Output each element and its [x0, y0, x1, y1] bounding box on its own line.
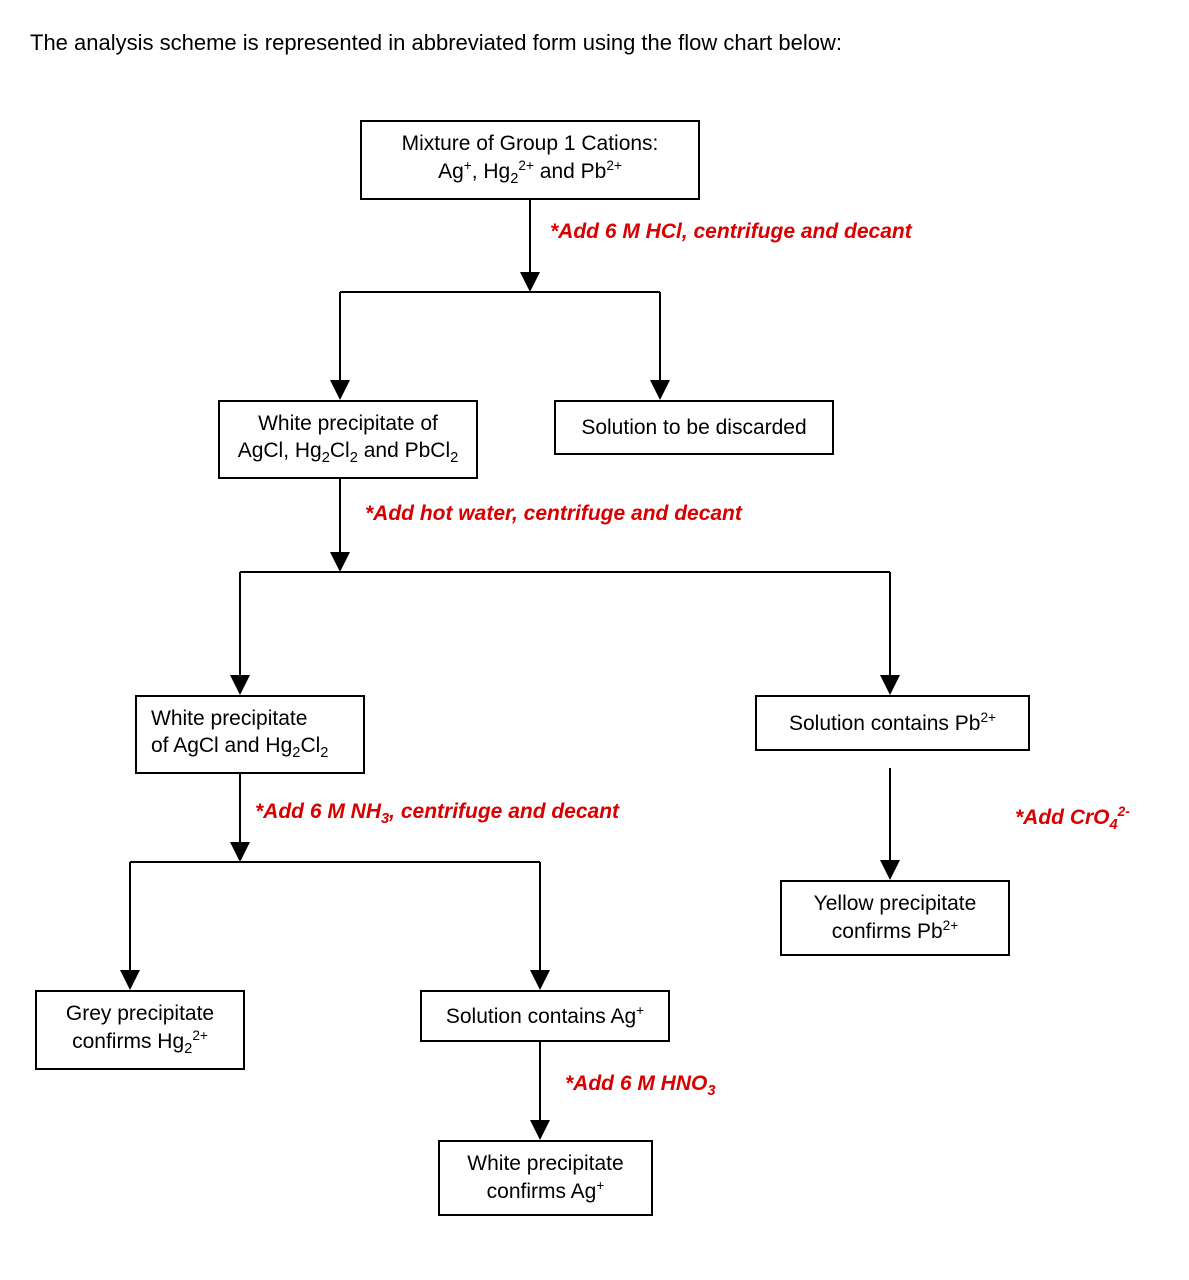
box-line: Solution to be discarded	[581, 416, 806, 439]
box-solution-discarded: Solution to be discarded	[554, 400, 834, 455]
box-solution-pb: Solution contains Pb2+	[755, 695, 1030, 751]
step-add-nh3: *Add 6 M NH3, centrifuge and decant	[255, 800, 619, 827]
box-line: Ag+, Hg22+ and Pb2+	[372, 157, 688, 189]
box-line: Grey precipitate	[47, 1000, 233, 1027]
flowchart-page: The analysis scheme is represented in ab…	[0, 0, 1189, 1280]
box-yellow-ppt-pb: Yellow precipitate confirms Pb2+	[780, 880, 1010, 956]
intro-text: The analysis scheme is represented in ab…	[30, 30, 842, 56]
step-add-cro4: *Add CrO42-	[1015, 804, 1130, 833]
step-add-hot-water: *Add hot water, centrifuge and decant	[365, 502, 742, 526]
step-add-hcl: *Add 6 M HCl, centrifuge and decant	[550, 220, 912, 244]
box-line: of AgCl and Hg2Cl2	[151, 732, 353, 763]
box-line: White precipitate of	[230, 410, 466, 437]
box-grey-ppt-hg: Grey precipitate confirms Hg22+	[35, 990, 245, 1070]
box-line: AgCl, Hg2Cl2 and PbCl2	[230, 437, 466, 468]
box-line: confirms Hg22+	[47, 1027, 233, 1059]
box-line: Solution contains Ag+	[446, 1005, 644, 1028]
box-line: confirms Pb2+	[792, 917, 998, 945]
box-line: White precipitate	[151, 705, 353, 732]
box-white-ppt-agcl-hg2cl2-pbcl2: White precipitate of AgCl, Hg2Cl2 and Pb…	[218, 400, 478, 479]
box-line: confirms Ag+	[450, 1177, 641, 1205]
box-white-ppt-ag: White precipitate confirms Ag+	[438, 1140, 653, 1216]
box-line: Mixture of Group 1 Cations:	[372, 130, 688, 157]
box-mixture-cations: Mixture of Group 1 Cations: Ag+, Hg22+ a…	[360, 120, 700, 200]
step-add-hno3: *Add 6 M HNO3	[565, 1072, 716, 1099]
box-line: Solution contains Pb2+	[789, 712, 996, 735]
box-line: Yellow precipitate	[792, 890, 998, 917]
box-solution-ag: Solution contains Ag+	[420, 990, 670, 1042]
box-line: White precipitate	[450, 1150, 641, 1177]
box-white-ppt-agcl-hg2cl2: White precipitate of AgCl and Hg2Cl2	[135, 695, 365, 774]
